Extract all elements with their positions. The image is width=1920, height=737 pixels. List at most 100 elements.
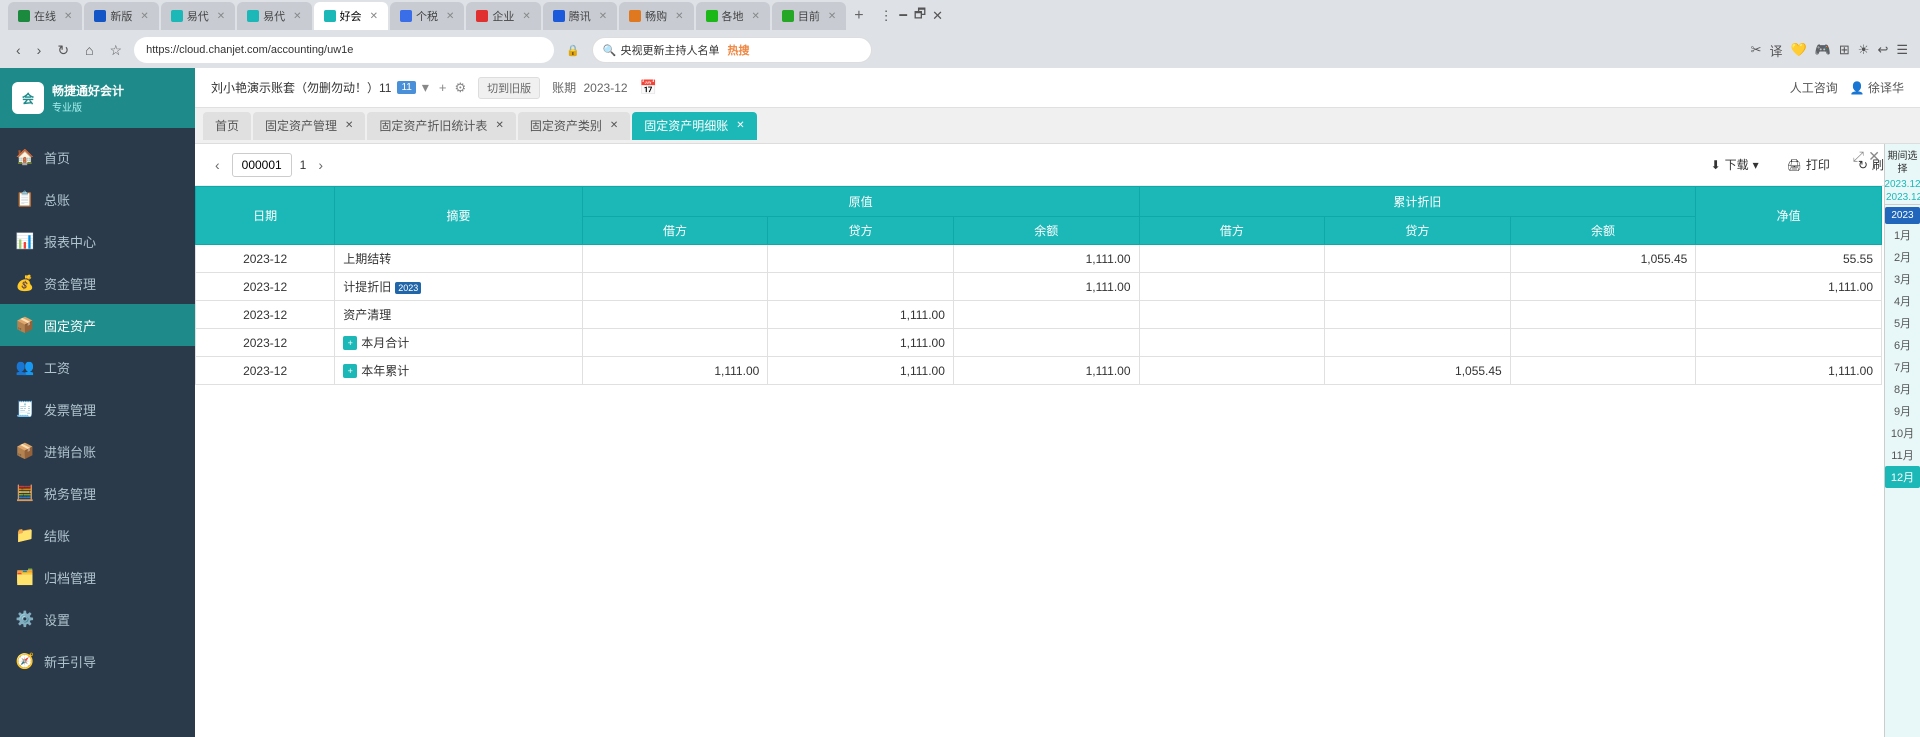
tab-close-icon[interactable]: ✕ [446, 11, 454, 22]
next-record-button[interactable]: › [314, 157, 327, 173]
browser-tab-t8[interactable]: 腾讯✕ [543, 2, 617, 30]
prev-record-button[interactable]: ‹ [211, 157, 224, 173]
address-input[interactable] [134, 37, 554, 63]
browser-tab-t2[interactable]: 新版✕ [84, 2, 158, 30]
sidebar-item-home[interactable]: 🏠首页 [0, 136, 195, 178]
page-tab-close-icon[interactable]: ✕ [610, 120, 618, 131]
month-item-5月[interactable]: 5月 [1885, 312, 1920, 334]
browser-tab-t9[interactable]: 畅购✕ [619, 2, 693, 30]
tab-close-icon[interactable]: ✕ [828, 11, 836, 22]
month-item-3月[interactable]: 3月 [1885, 268, 1920, 290]
print-button[interactable]: 🖨 打印 [1779, 152, 1838, 177]
month-item-7月[interactable]: 7月 [1885, 356, 1920, 378]
tab-close-icon[interactable]: ✕ [675, 11, 683, 22]
sidebar-item-payroll[interactable]: 👥工资 [0, 346, 195, 388]
download-dropdown-icon[interactable]: ▾ [1753, 158, 1759, 172]
switch-version-button[interactable]: 切到旧版 [478, 77, 540, 99]
browser-tab-t1[interactable]: 在线✕ [8, 2, 82, 30]
new-tab-button[interactable]: + [848, 7, 869, 25]
sidebar-item-fixed[interactable]: 📦固定资产 [0, 304, 195, 346]
browser-chrome: 在线✕新版✕易代✕易代✕好会✕个税✕企业✕腾讯✕畅购✕各地✕目前✕ + ⋮ 🗕 … [0, 0, 1920, 68]
month-list: 20231月2月3月4月5月6月7月8月9月10月11月12月 [1885, 207, 1920, 488]
browser-tab-t11[interactable]: 目前✕ [772, 2, 846, 30]
tab-close-icon[interactable]: ✕ [370, 11, 378, 22]
cell-orig-debit [582, 273, 768, 301]
sidebar-item-settings[interactable]: ⚙️设置 [0, 598, 195, 640]
translate-icon[interactable]: 译 [1769, 41, 1782, 60]
sidebar-item-tax[interactable]: 🧮税务管理 [0, 472, 195, 514]
tab-close-icon[interactable]: ✕ [64, 11, 72, 22]
settings-small-icon[interactable]: ⚙ [454, 80, 466, 96]
minimize-btn[interactable]: 🗗 [914, 5, 926, 27]
month-item-1月[interactable]: 1月 [1885, 224, 1920, 246]
scissors-icon[interactable]: ✂ [1751, 42, 1762, 58]
page-tab-label: 固定资产管理 [265, 117, 337, 134]
grid-icon[interactable]: ⊞ [1839, 42, 1850, 58]
forward-button[interactable]: › [33, 42, 46, 58]
sidebar-item-archive[interactable]: 🗂️归档管理 [0, 556, 195, 598]
search-box[interactable]: 🔍 央视更新主持人名单 热搜 [592, 37, 872, 63]
home-button[interactable]: ⌂ [81, 42, 97, 58]
reload-button[interactable]: ↻ [53, 42, 73, 59]
month-item-9月[interactable]: 9月 [1885, 400, 1920, 422]
tab-label: 易代 [263, 8, 285, 24]
menu-icon[interactable]: ☰ [1896, 42, 1908, 58]
sidebar-item-ledger[interactable]: 📋总账 [0, 178, 195, 220]
page-tab-close-icon[interactable]: ✕ [495, 120, 503, 131]
sidebar-item-funds[interactable]: 💰资金管理 [0, 262, 195, 304]
month-item-10月[interactable]: 10月 [1885, 422, 1920, 444]
sidebar-item-guide[interactable]: 🧭新手引导 [0, 640, 195, 682]
month-item-12月[interactable]: 12月 [1885, 466, 1920, 488]
month-item-2月[interactable]: 2月 [1885, 246, 1920, 268]
wallet-icon[interactable]: 💛 [1791, 42, 1807, 58]
month-item-8月[interactable]: 8月 [1885, 378, 1920, 400]
bookmark-button[interactable]: ☆ [106, 42, 127, 59]
page-tab-fixed-mgmt[interactable]: 固定资产管理 ✕ [253, 112, 365, 140]
page-tab-fixed-deprec[interactable]: 固定资产折旧统计表✕ [367, 112, 515, 140]
user-avatar[interactable]: 👤 徐译华 [1850, 79, 1904, 96]
calendar-icon[interactable]: 📅 [640, 79, 657, 96]
month-item-4月[interactable]: 4月 [1885, 290, 1920, 312]
sidebar-item-invoice[interactable]: 🧾发票管理 [0, 388, 195, 430]
download-button[interactable]: ⬇ 下载 ▾ [1703, 152, 1767, 177]
tab-close-icon[interactable]: ✕ [522, 11, 530, 22]
browser-tab-t7[interactable]: 企业✕ [466, 2, 540, 30]
browser-tab-t3[interactable]: 易代 ✕ [161, 2, 235, 30]
game-icon[interactable]: 🎮 [1815, 42, 1831, 58]
cell-dep-debit [1139, 329, 1325, 357]
sidebar-item-reports[interactable]: 📊报表中心 [0, 220, 195, 262]
tab-label: 易代 [187, 8, 209, 24]
sidebar-item-inventory[interactable]: 📦进销台账 [0, 430, 195, 472]
tab-close-icon[interactable]: ✕ [599, 11, 607, 22]
cell-date: 2023-12 [196, 245, 335, 273]
tab-close-icon[interactable]: ✕ [752, 11, 760, 22]
undo-icon[interactable]: ↩ [1877, 42, 1888, 58]
page-number-input[interactable] [232, 153, 292, 177]
tab-close-icon[interactable]: ✕ [293, 11, 301, 22]
brightness-icon[interactable]: ☀ [1858, 42, 1870, 58]
page-tab-home[interactable]: 首页 [203, 112, 251, 140]
browser-tab-t4[interactable]: 易代 ✕ [237, 2, 311, 30]
tab-menu-icon[interactable]: ⋮ [880, 8, 893, 24]
tab-close-icon[interactable]: ✕ [140, 11, 148, 22]
panel-close-button[interactable]: ✕ [1868, 148, 1880, 165]
browser-tab-t6[interactable]: 个税✕ [390, 2, 464, 30]
tab-close-icon[interactable]: ✕ [217, 11, 225, 22]
back-button[interactable]: ‹ [12, 42, 25, 58]
cell-orig-balance: 1,111.00 [953, 245, 1139, 273]
browser-tab-t5[interactable]: 好会✕ [314, 2, 388, 30]
sidebar-item-close[interactable]: 📁结账 [0, 514, 195, 556]
page-tab-close-icon[interactable]: ✕ [345, 120, 353, 131]
account-dropdown-icon[interactable]: ▾ [422, 79, 429, 96]
page-tab-close-icon[interactable]: ✕ [736, 120, 744, 131]
page-tab-fixed-category[interactable]: 固定资产类别✕ [518, 112, 630, 140]
month-item-11月[interactable]: 11月 [1885, 444, 1920, 466]
month-item-6月[interactable]: 6月 [1885, 334, 1920, 356]
add-account-icon[interactable]: + [439, 80, 447, 95]
support-label[interactable]: 人工咨询 [1790, 79, 1838, 96]
close-browser-btn[interactable]: ✕ [932, 8, 943, 24]
panel-expand-button[interactable]: ⤢ [1853, 148, 1864, 165]
page-tab-fixed-ledger[interactable]: 固定资产明细账✕ [632, 112, 756, 140]
browser-tab-t10[interactable]: 各地✕ [696, 2, 770, 30]
restore-btn[interactable]: 🗕 [899, 5, 908, 27]
